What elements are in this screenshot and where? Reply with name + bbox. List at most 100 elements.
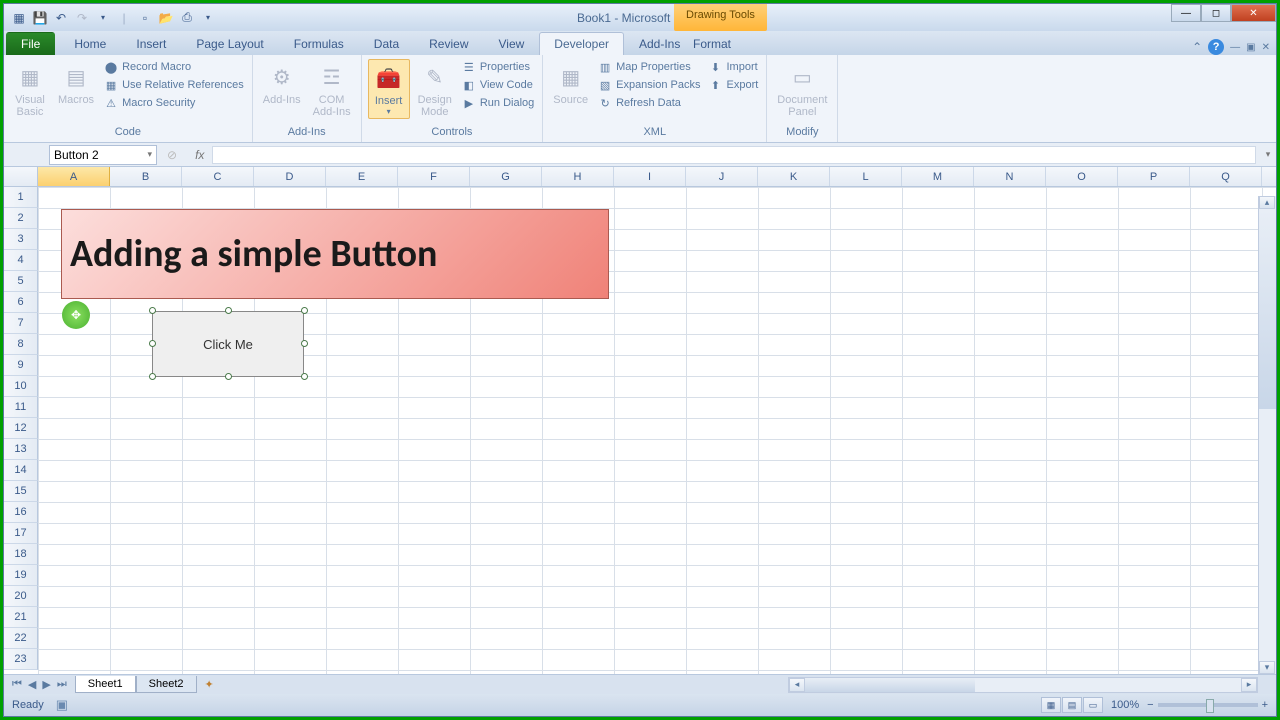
row-header[interactable]: 6 bbox=[4, 292, 38, 313]
scroll-thumb[interactable] bbox=[1259, 209, 1276, 409]
visual-basic-button[interactable]: ▦Visual Basic bbox=[10, 59, 50, 120]
row-header[interactable]: 15 bbox=[4, 481, 38, 502]
horizontal-scrollbar[interactable]: ◂ ▸ bbox=[788, 677, 1258, 693]
view-code-button[interactable]: ◧View Code bbox=[460, 77, 536, 93]
undo-icon[interactable]: ↶ bbox=[52, 9, 70, 27]
row-header[interactable]: 14 bbox=[4, 460, 38, 481]
vertical-scrollbar[interactable]: ▴ ▾ bbox=[1258, 196, 1276, 674]
sheet-nav-next-icon[interactable]: ▶ bbox=[40, 678, 52, 691]
open-icon[interactable]: 📂 bbox=[157, 9, 175, 27]
column-header[interactable]: J bbox=[686, 167, 758, 186]
use-relative-button[interactable]: ▦Use Relative References bbox=[102, 77, 246, 93]
tab-review[interactable]: Review bbox=[414, 32, 483, 55]
row-header[interactable]: 1 bbox=[4, 187, 38, 208]
row-header[interactable]: 18 bbox=[4, 544, 38, 565]
tab-insert[interactable]: Insert bbox=[121, 32, 181, 55]
column-header[interactable]: B bbox=[110, 167, 182, 186]
column-header[interactable]: A bbox=[38, 167, 110, 186]
run-dialog-button[interactable]: ▶Run Dialog bbox=[460, 95, 536, 111]
title-textbox-shape[interactable]: Adding a simple Button bbox=[61, 209, 609, 299]
selection-handle[interactable] bbox=[149, 340, 156, 347]
export-button[interactable]: ⬆Export bbox=[707, 77, 761, 93]
selection-handle[interactable] bbox=[301, 307, 308, 314]
column-header[interactable]: K bbox=[758, 167, 830, 186]
column-header[interactable]: P bbox=[1118, 167, 1190, 186]
scroll-left-icon[interactable]: ◂ bbox=[789, 678, 805, 692]
workbook-close-icon[interactable]: ✕ bbox=[1262, 42, 1270, 53]
refresh-data-button[interactable]: ↻Refresh Data bbox=[596, 95, 702, 111]
macros-button[interactable]: ▤Macros bbox=[54, 59, 98, 108]
row-header[interactable]: 11 bbox=[4, 397, 38, 418]
help-icon[interactable]: ? bbox=[1208, 39, 1224, 55]
scroll-right-icon[interactable]: ▸ bbox=[1241, 678, 1257, 692]
row-header[interactable]: 8 bbox=[4, 334, 38, 355]
sheet-tab-sheet1[interactable]: Sheet1 bbox=[75, 676, 136, 693]
properties-button[interactable]: ☰Properties bbox=[460, 59, 536, 75]
column-header[interactable]: G bbox=[470, 167, 542, 186]
row-header[interactable]: 10 bbox=[4, 376, 38, 397]
fx-icon[interactable]: fx bbox=[187, 148, 212, 162]
tab-home[interactable]: Home bbox=[59, 32, 121, 55]
row-header[interactable]: 20 bbox=[4, 586, 38, 607]
row-header[interactable]: 9 bbox=[4, 355, 38, 376]
zoom-in-button[interactable]: + bbox=[1262, 699, 1268, 711]
column-header[interactable]: M bbox=[902, 167, 974, 186]
redo-icon[interactable]: ↷ bbox=[73, 9, 91, 27]
view-page-layout-button[interactable]: ▤ bbox=[1062, 697, 1082, 713]
formula-expand-icon[interactable]: ▾ bbox=[1260, 149, 1276, 160]
select-all-corner[interactable] bbox=[4, 167, 38, 186]
selection-handle[interactable] bbox=[225, 373, 232, 380]
macro-record-status-icon[interactable]: ▣ bbox=[56, 697, 68, 713]
sheet-nav-first-icon[interactable]: ⏮ bbox=[10, 678, 24, 691]
new-sheet-button[interactable]: ✦ bbox=[197, 676, 222, 693]
print-icon[interactable]: ⎙ bbox=[178, 9, 196, 27]
row-header[interactable]: 23 bbox=[4, 649, 38, 670]
column-header[interactable]: I bbox=[614, 167, 686, 186]
tab-formulas[interactable]: Formulas bbox=[279, 32, 359, 55]
formula-input[interactable] bbox=[212, 146, 1256, 164]
selection-handle[interactable] bbox=[301, 340, 308, 347]
row-header[interactable]: 19 bbox=[4, 565, 38, 586]
name-box-dropdown-icon[interactable]: ▾ bbox=[147, 149, 152, 160]
save-icon[interactable]: 💾 bbox=[31, 9, 49, 27]
expansion-packs-button[interactable]: ▧Expansion Packs bbox=[596, 77, 702, 93]
row-header[interactable]: 13 bbox=[4, 439, 38, 460]
column-header[interactable]: C bbox=[182, 167, 254, 186]
form-button-clickme[interactable]: Click Me bbox=[152, 311, 304, 377]
tab-developer[interactable]: Developer bbox=[539, 32, 624, 55]
minimize-ribbon-icon[interactable]: ⌃ bbox=[1192, 40, 1202, 54]
zoom-level[interactable]: 100% bbox=[1111, 699, 1139, 711]
column-header[interactable]: E bbox=[326, 167, 398, 186]
qat-dropdown-icon[interactable]: ▾ bbox=[94, 9, 112, 27]
tab-view[interactable]: View bbox=[484, 32, 540, 55]
source-button[interactable]: ▦Source bbox=[549, 59, 592, 108]
selection-handle[interactable] bbox=[149, 307, 156, 314]
record-macro-button[interactable]: ⬤Record Macro bbox=[102, 59, 246, 75]
column-header[interactable]: H bbox=[542, 167, 614, 186]
maximize-button[interactable]: ◻ bbox=[1201, 4, 1231, 22]
sheet-tab-sheet2[interactable]: Sheet2 bbox=[136, 676, 197, 693]
sheet-nav-last-icon[interactable]: ⏭ bbox=[55, 678, 69, 691]
row-header[interactable]: 5 bbox=[4, 271, 38, 292]
map-properties-button[interactable]: ▥Map Properties bbox=[596, 59, 702, 75]
row-header[interactable]: 17 bbox=[4, 523, 38, 544]
row-header[interactable]: 7 bbox=[4, 313, 38, 334]
design-mode-button[interactable]: ✎Design Mode bbox=[414, 59, 456, 120]
row-header[interactable]: 12 bbox=[4, 418, 38, 439]
column-header[interactable]: D bbox=[254, 167, 326, 186]
tab-format[interactable]: Format bbox=[678, 32, 746, 55]
insert-control-button[interactable]: 🧰Insert▾ bbox=[368, 59, 410, 119]
excel-icon[interactable]: ▦ bbox=[10, 9, 28, 27]
tab-data[interactable]: Data bbox=[359, 32, 414, 55]
selection-handle[interactable] bbox=[301, 373, 308, 380]
com-addins-button[interactable]: ☲COM Add-Ins bbox=[309, 59, 355, 120]
minimize-button[interactable]: — bbox=[1171, 4, 1201, 22]
import-button[interactable]: ⬇Import bbox=[707, 59, 761, 75]
qat-dropdown2-icon[interactable]: ▾ bbox=[199, 9, 217, 27]
workbook-restore-icon[interactable]: ▣ bbox=[1246, 42, 1255, 53]
row-header[interactable]: 22 bbox=[4, 628, 38, 649]
row-header[interactable]: 16 bbox=[4, 502, 38, 523]
scroll-down-icon[interactable]: ▾ bbox=[1259, 661, 1275, 674]
close-button[interactable]: ✕ bbox=[1231, 4, 1276, 22]
tab-page-layout[interactable]: Page Layout bbox=[181, 32, 278, 55]
